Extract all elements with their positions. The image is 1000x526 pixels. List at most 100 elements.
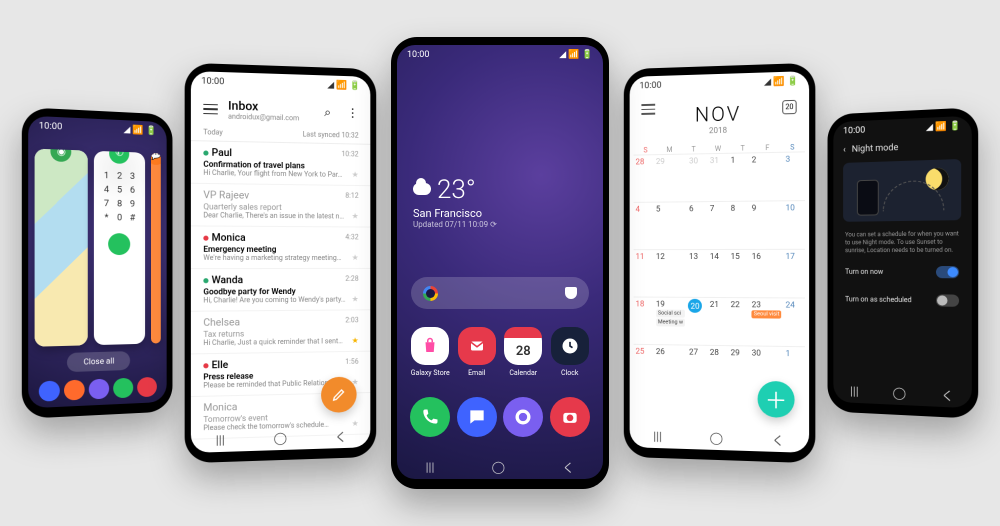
nav-home-icon[interactable]: ◯ (710, 431, 724, 445)
day-cell[interactable]: 3 (784, 151, 805, 200)
email-row[interactable]: ChelseaTax returnsHi Charlie, Just a qui… (191, 310, 370, 354)
app-Galaxy Store[interactable]: Galaxy Store (408, 327, 452, 377)
day-cell[interactable]: 30 (687, 153, 708, 201)
day-cell[interactable]: 12 (654, 249, 687, 297)
day-cell[interactable]: 1 (729, 152, 750, 200)
app-Clock[interactable]: Clock (548, 327, 592, 377)
nav-back-icon[interactable]: く (335, 428, 347, 445)
day-cell[interactable]: 21 (708, 297, 729, 345)
email-row[interactable]: PaulConfirmation of travel plansHi Charl… (191, 141, 370, 186)
day-cell[interactable]: 5 (654, 201, 687, 249)
dock-app[interactable] (64, 380, 85, 401)
day-cell[interactable]: 27 (687, 345, 708, 393)
search-icon[interactable]: ⌕ (324, 105, 331, 120)
day-cell[interactable]: 15 (729, 249, 750, 297)
day-cell[interactable]: 26 (654, 344, 687, 392)
dock-app[interactable] (39, 380, 60, 401)
nav-back-icon[interactable]: く (562, 459, 574, 476)
star-icon[interactable]: ★ (352, 295, 359, 304)
day-cell[interactable]: 28 (708, 345, 729, 393)
star-icon[interactable]: ★ (352, 212, 359, 221)
nav-back-icon[interactable]: く (772, 431, 784, 449)
day-cell[interactable]: 7 (708, 201, 729, 249)
star-icon[interactable]: ★ (352, 253, 359, 262)
app-Email[interactable]: Email (455, 327, 499, 377)
day-cell[interactable]: 6 (687, 201, 708, 249)
dock-app[interactable] (137, 377, 157, 398)
switch-icon[interactable] (936, 295, 959, 307)
phone-email: 10:00 ◢ 📶 🔋 Inbox androidux@gmail.com ⌕ … (185, 63, 377, 464)
app-chat[interactable] (455, 397, 499, 437)
recent-card-maps[interactable]: ◉ (35, 149, 88, 347)
today-button[interactable]: 20 (782, 100, 796, 115)
day-cell[interactable]: 13 (687, 249, 708, 297)
phone-icon (410, 397, 450, 437)
email-row[interactable]: WandaGoodbye party for WendyHi, Charlie!… (191, 269, 370, 312)
nav-home-icon[interactable]: ◯ (492, 460, 505, 474)
day-cell[interactable]: 22 (729, 297, 750, 345)
more-icon[interactable]: ⋮ (347, 106, 359, 120)
day-cell[interactable]: 25 (634, 344, 654, 392)
nav-recent-icon[interactable]: ||| (216, 433, 225, 447)
recent-card-messages[interactable]: 💬 (151, 153, 161, 344)
event-chip[interactable]: Seoul visit (752, 310, 782, 318)
day-cell[interactable]: 24 (784, 297, 805, 346)
add-event-button[interactable]: ＋ (758, 381, 795, 418)
email-time: 1:56 (345, 358, 358, 366)
day-cell[interactable]: 16 (750, 249, 784, 298)
back-icon[interactable]: ‹ (843, 145, 846, 155)
day-cell[interactable]: 14 (708, 249, 729, 297)
mic-icon[interactable] (565, 287, 577, 299)
app-camera[interactable] (548, 397, 592, 437)
event-chip[interactable]: Meeting w (656, 318, 685, 326)
day-cell[interactable]: 29 (654, 154, 687, 202)
day-cell[interactable]: 23Seoul visit (750, 297, 784, 346)
chat-icon: 💬 (151, 153, 161, 165)
day-cell[interactable]: 9 (750, 200, 784, 249)
toggle-turn-on-now[interactable]: Turn on now (833, 258, 971, 287)
call-button[interactable] (108, 233, 130, 255)
app-browser[interactable] (501, 397, 545, 437)
google-icon (423, 286, 438, 301)
nav-recent-icon[interactable]: ||| (653, 429, 662, 443)
google-search[interactable] (411, 277, 589, 309)
nav-recent-icon[interactable]: ||| (426, 460, 435, 474)
star-icon[interactable]: ★ (352, 336, 359, 345)
close-all-button[interactable]: Close all (67, 351, 130, 372)
nav-home-icon[interactable]: ◯ (893, 386, 907, 401)
day-cell[interactable]: 2 (750, 152, 784, 201)
app-Calendar[interactable]: 28Calendar (501, 327, 545, 377)
day-cell[interactable]: 19Social sciMeeting w (654, 297, 687, 345)
app-label: Galaxy Store (411, 369, 450, 377)
nav-recent-icon[interactable]: ||| (850, 384, 859, 398)
event-chip[interactable]: Social sci (656, 309, 685, 317)
toggle-schedule[interactable]: Turn on as scheduled (833, 286, 971, 316)
day-cell[interactable]: 28 (634, 154, 654, 202)
day-cell[interactable]: 18 (634, 297, 654, 345)
navbar: ||| ◯ く (630, 424, 809, 453)
pin-icon: ◉ (51, 149, 72, 162)
dock-app[interactable] (89, 379, 109, 400)
day-cell[interactable]: 4 (634, 202, 654, 250)
nav-home-icon[interactable]: ◯ (274, 431, 288, 445)
switch-icon[interactable] (936, 266, 959, 278)
email-preview: Dear Charlie, There's an issue in the la… (203, 211, 358, 220)
nav-back-icon[interactable]: く (941, 386, 954, 404)
menu-icon[interactable] (641, 104, 655, 115)
email-row[interactable]: MonicaEmergency meetingWe're having a ma… (191, 226, 370, 269)
day-cell[interactable]: 29 (729, 345, 750, 394)
app-phone[interactable] (408, 397, 452, 437)
weather-widget[interactable]: 23° San Francisco Updated 07/11 10:09 ⟳ (413, 175, 497, 229)
day-cell[interactable]: 10 (784, 200, 805, 249)
day-cell[interactable]: 20 (687, 297, 708, 345)
recent-card-phone[interactable]: ✆ 123456789*0# (94, 151, 145, 345)
day-cell[interactable]: 11 (634, 249, 654, 296)
star-icon[interactable]: ★ (352, 170, 359, 179)
day-cell[interactable]: 8 (729, 201, 750, 249)
statusbar: 10:00 ◢ 📶 🔋 (397, 45, 603, 63)
dock-app[interactable] (113, 378, 133, 399)
day-cell[interactable]: 31 (708, 153, 729, 201)
menu-icon[interactable] (203, 104, 217, 115)
email-row[interactable]: VP RajeevQuarterly sales reportDear Char… (191, 184, 370, 228)
day-cell[interactable]: 17 (784, 249, 805, 298)
